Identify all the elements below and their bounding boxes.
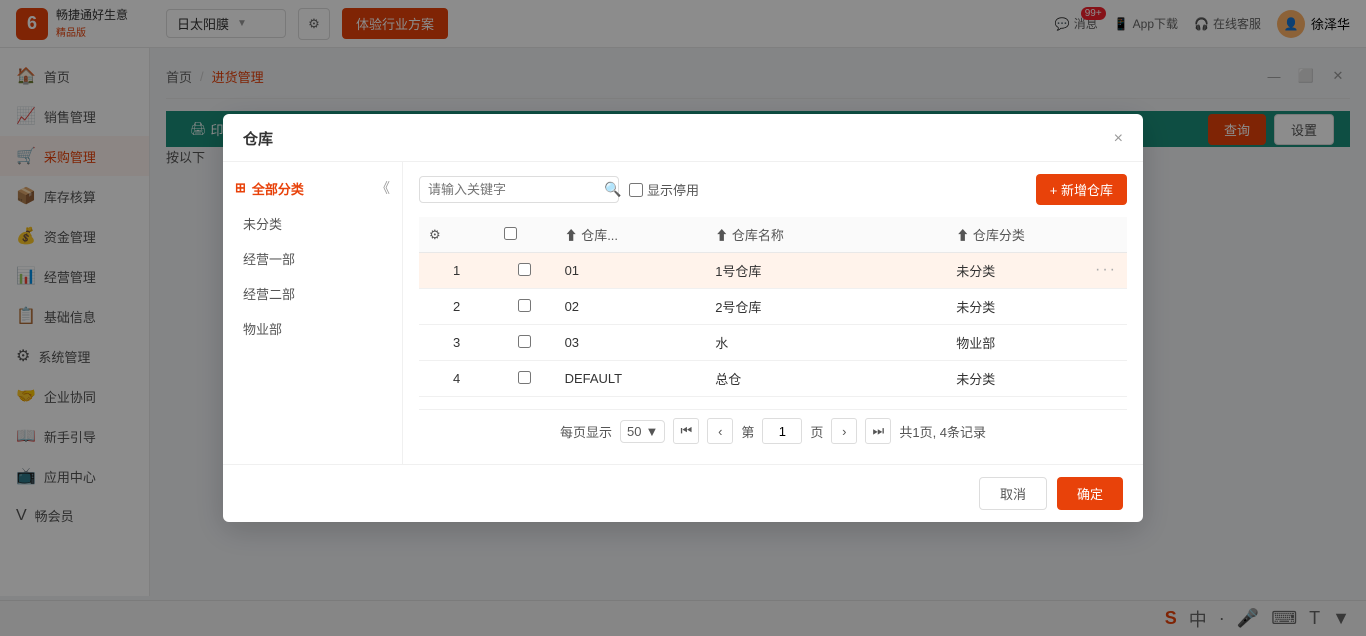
confirm-button[interactable]: 确定 bbox=[1057, 477, 1123, 510]
modal-title: 仓库 bbox=[243, 128, 273, 149]
row-code-2: 02 bbox=[555, 289, 706, 325]
row-name-4: 总仓 bbox=[705, 361, 946, 397]
search-box: 🔍 bbox=[419, 176, 619, 203]
category-panel: ⊞ 全部分类 《 未分类 经营一部 经营二部 物业部 bbox=[223, 162, 403, 464]
show-disabled-label: 显示停用 bbox=[647, 180, 699, 199]
search-icon[interactable]: 🔍 bbox=[604, 181, 621, 198]
modal-header: 仓库 × bbox=[223, 114, 1143, 162]
show-disabled-group: 显示停用 bbox=[629, 180, 699, 199]
th-settings: ⚙ bbox=[419, 217, 494, 253]
category-header: ⊞ 全部分类 《 bbox=[223, 174, 402, 206]
table-body: 1 01 1号仓库 未分类 ··· 2 02 bbox=[419, 253, 1127, 397]
collapse-button[interactable]: 《 bbox=[376, 178, 390, 198]
row-code-1: 01 bbox=[555, 253, 706, 289]
per-page-label: 每页显示 bbox=[560, 422, 612, 441]
table-row[interactable]: 1 01 1号仓库 未分类 ··· bbox=[419, 253, 1127, 289]
page-number-input[interactable] bbox=[762, 418, 802, 444]
row-check-1 bbox=[494, 253, 554, 289]
all-categories-label: 全部分类 bbox=[252, 179, 304, 198]
row-settings-3: 3 bbox=[419, 325, 494, 361]
row-checkbox-3[interactable] bbox=[518, 335, 531, 348]
total-info: 共1页, 4条记录 bbox=[899, 422, 986, 441]
next-page-button[interactable]: › bbox=[831, 418, 857, 444]
table-panel: 🔍 显示停用 + 新增仓库 ⚙ ⬆ 仓库... bbox=[403, 162, 1143, 464]
row-settings-1: 1 bbox=[419, 253, 494, 289]
grid-icon: ⊞ bbox=[235, 180, 246, 196]
per-page-dropdown-icon: ▼ bbox=[645, 424, 658, 439]
sort-icon-2: ⬆ bbox=[715, 228, 728, 243]
all-categories[interactable]: ⊞ 全部分类 bbox=[235, 179, 304, 198]
row-cat-2: 未分类 bbox=[946, 289, 1127, 325]
row-name-1: 1号仓库 bbox=[705, 253, 946, 289]
row-check-4 bbox=[494, 361, 554, 397]
table-row[interactable]: 3 03 水 物业部 bbox=[419, 325, 1127, 361]
add-warehouse-button[interactable]: + 新增仓库 bbox=[1036, 174, 1127, 205]
th-code: ⬆ 仓库... bbox=[555, 217, 706, 253]
table-toolbar: 🔍 显示停用 + 新增仓库 bbox=[419, 174, 1127, 205]
table-row[interactable]: 2 02 2号仓库 未分类 bbox=[419, 289, 1127, 325]
th-name: ⬆ 仓库名称 bbox=[705, 217, 946, 253]
row-name-3: 水 bbox=[705, 325, 946, 361]
modal-body: ⊞ 全部分类 《 未分类 经营一部 经营二部 物业部 🔍 显示停用 bbox=[223, 162, 1143, 464]
row-check-3 bbox=[494, 325, 554, 361]
prev-page-button[interactable]: ‹ bbox=[707, 418, 733, 444]
th-checkbox bbox=[494, 217, 554, 253]
sort-icon: ⬆ bbox=[565, 228, 578, 243]
cat-item-dept1[interactable]: 经营一部 bbox=[223, 241, 402, 276]
row-checkbox-2[interactable] bbox=[518, 299, 531, 312]
th-category: ⬆ 仓库分类 bbox=[946, 217, 1127, 253]
table-row[interactable]: 4 DEFAULT 总仓 未分类 bbox=[419, 361, 1127, 397]
table-header-row: ⚙ ⬆ 仓库... ⬆ 仓库名称 ⬆ 仓库分类 bbox=[419, 217, 1127, 253]
pagination: 每页显示 50 ▼ ⏮ ‹ 第 页 › ⏭ 共1页, 4条记录 bbox=[419, 409, 1127, 452]
row-action-dots-1[interactable]: ··· bbox=[1095, 261, 1117, 279]
per-page-select[interactable]: 50 ▼ bbox=[620, 420, 665, 443]
cancel-button[interactable]: 取消 bbox=[979, 477, 1047, 510]
last-page-button[interactable]: ⏭ bbox=[865, 418, 891, 444]
row-code-3: 03 bbox=[555, 325, 706, 361]
row-settings-2: 2 bbox=[419, 289, 494, 325]
modal-footer: 取消 确定 bbox=[223, 464, 1143, 522]
search-input[interactable] bbox=[428, 182, 604, 197]
cat-item-property[interactable]: 物业部 bbox=[223, 311, 402, 346]
cat-item-uncategorized[interactable]: 未分类 bbox=[223, 206, 402, 241]
per-page-value: 50 bbox=[627, 424, 641, 439]
row-cat-3: 物业部 bbox=[946, 325, 1127, 361]
row-check-2 bbox=[494, 289, 554, 325]
page-unit: 页 bbox=[810, 422, 823, 441]
row-checkbox-1[interactable] bbox=[518, 263, 531, 276]
row-code-4: DEFAULT bbox=[555, 361, 706, 397]
table-container: ⚙ ⬆ 仓库... ⬆ 仓库名称 ⬆ 仓库分类 bbox=[419, 217, 1127, 397]
row-cat-1: 未分类 ··· bbox=[946, 253, 1127, 289]
warehouse-table: ⚙ ⬆ 仓库... ⬆ 仓库名称 ⬆ 仓库分类 bbox=[419, 217, 1127, 397]
row-settings-4: 4 bbox=[419, 361, 494, 397]
row-name-2: 2号仓库 bbox=[705, 289, 946, 325]
sort-icon-3: ⬆ bbox=[956, 228, 969, 243]
first-page-button[interactable]: ⏮ bbox=[673, 418, 699, 444]
cat-item-dept2[interactable]: 经营二部 bbox=[223, 276, 402, 311]
table-head: ⚙ ⬆ 仓库... ⬆ 仓库名称 ⬆ 仓库分类 bbox=[419, 217, 1127, 253]
page-label: 第 bbox=[741, 422, 754, 441]
show-disabled-checkbox[interactable] bbox=[629, 183, 643, 197]
row-cat-4: 未分类 bbox=[946, 361, 1127, 397]
modal-close-button[interactable]: × bbox=[1114, 130, 1123, 148]
warehouse-modal: 仓库 × ⊞ 全部分类 《 未分类 经营一部 经营二部 物业部 🔍 bbox=[223, 114, 1143, 522]
row-checkbox-4[interactable] bbox=[518, 371, 531, 384]
select-all-checkbox[interactable] bbox=[504, 227, 517, 240]
